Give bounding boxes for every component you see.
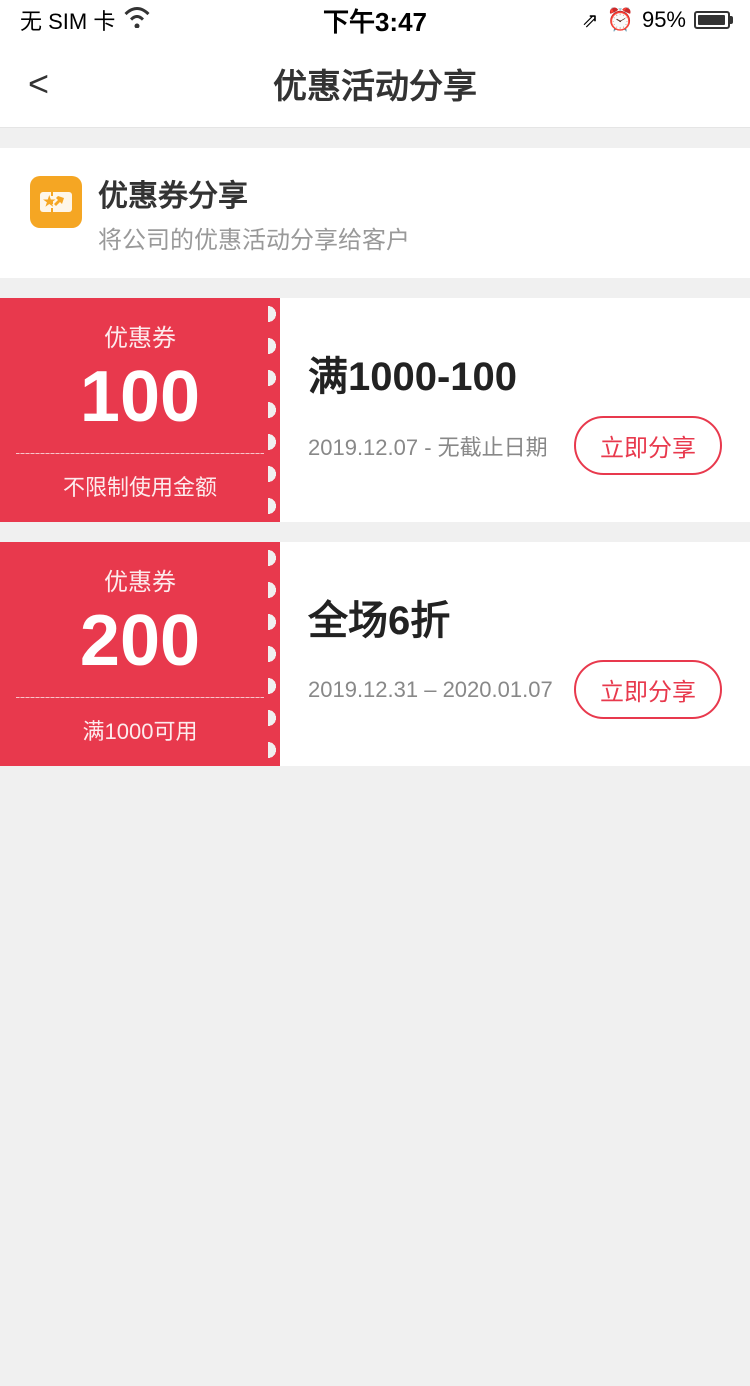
section-header: ★ 优惠券分享 将公司的优惠活动分享给客户	[0, 148, 750, 278]
nav-bar: < 优惠活动分享	[0, 40, 750, 128]
nav-title: 优惠活动分享	[273, 59, 477, 108]
coupon-meta-1: 2019.12.07 - 无截止日期 立即分享	[308, 416, 722, 475]
coupon-date-2: 2019.12.31 – 2020.01.07	[308, 677, 564, 703]
separator-top	[0, 128, 750, 148]
back-button[interactable]: <	[28, 63, 49, 105]
coupon-name-2: 全场6折	[308, 588, 722, 646]
coupon-share-btn-2[interactable]: 立即分享	[574, 660, 722, 719]
alarm-icon: ⏰	[607, 7, 634, 33]
coupon-label-1: 优惠券	[104, 318, 176, 353]
coupon-list: 优惠券 100 不限制使用金额 满1000-100 2019.12.07 - 无…	[0, 278, 750, 766]
coupon-condition-1: 不限制使用金额	[63, 470, 217, 502]
coupon-left-2: 优惠券 200 满1000可用	[0, 542, 280, 766]
bottom-space	[0, 786, 750, 1386]
status-time: 下午3:47	[323, 2, 427, 39]
location-icon: ⇗	[582, 8, 599, 33]
status-left: 无 SIM 卡	[20, 4, 151, 36]
section-icon: ★	[30, 176, 82, 228]
coupon-share-btn-1[interactable]: 立即分享	[574, 416, 722, 475]
coupon-condition-2: 满1000可用	[83, 714, 198, 746]
coupon-divider-1	[16, 453, 264, 454]
svg-text:★: ★	[43, 193, 56, 209]
coupon-card-1: 优惠券 100 不限制使用金额 满1000-100 2019.12.07 - 无…	[0, 298, 750, 522]
coupon-label-2: 优惠券	[104, 562, 176, 597]
coupon-divider-2	[16, 697, 264, 698]
battery-icon	[694, 11, 730, 29]
coupon-left-1: 优惠券 100 不限制使用金额	[0, 298, 280, 522]
status-bar: 无 SIM 卡 下午3:47 ⇗ ⏰ 95%	[0, 0, 750, 40]
coupon-meta-2: 2019.12.31 – 2020.01.07 立即分享	[308, 660, 722, 719]
coupon-value-2: 200	[80, 605, 200, 677]
coupon-card-2: 优惠券 200 满1000可用 全场6折 2019.12.31 – 2020.0…	[0, 542, 750, 766]
coupon-right-2: 全场6折 2019.12.31 – 2020.01.07 立即分享	[280, 542, 750, 766]
section-text-block: 优惠券分享 将公司的优惠活动分享给客户	[98, 176, 720, 258]
wifi-icon	[123, 6, 151, 34]
status-right: ⇗ ⏰ 95%	[582, 7, 730, 33]
section-title: 优惠券分享	[98, 176, 720, 218]
battery-percentage: 95%	[642, 7, 686, 33]
coupon-date-1: 2019.12.07 - 无截止日期	[308, 430, 564, 462]
coupon-right-1: 满1000-100 2019.12.07 - 无截止日期 立即分享	[280, 298, 750, 522]
coupon-name-1: 满1000-100	[308, 344, 722, 402]
carrier-label: 无 SIM 卡	[20, 4, 115, 36]
coupon-value-1: 100	[80, 361, 200, 433]
section-subtitle: 将公司的优惠活动分享给客户	[98, 224, 720, 258]
